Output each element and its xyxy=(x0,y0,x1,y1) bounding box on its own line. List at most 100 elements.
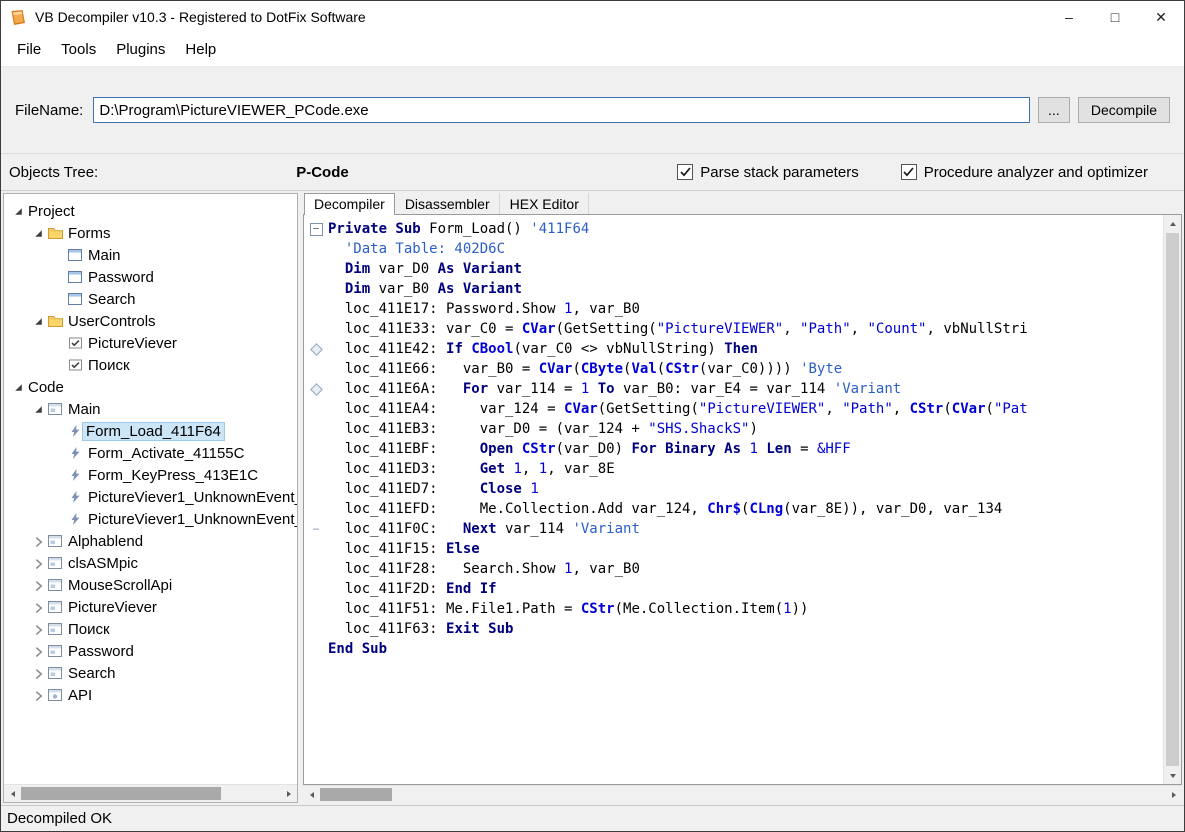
checked-checkbox-icon[interactable] xyxy=(901,164,917,180)
tree-item-clsasmpic[interactable]: clsASMpic xyxy=(4,552,297,574)
scroll-left-icon[interactable] xyxy=(4,785,21,802)
scroll-right-icon[interactable] xyxy=(1165,786,1182,803)
objects-tree-panel: ProjectFormsMainPasswordSearchUserContro… xyxy=(3,193,298,803)
code-line-text: 'Data Table: 402D6C xyxy=(328,239,1163,259)
chevron-expanded-icon[interactable] xyxy=(30,316,46,327)
scroll-down-icon[interactable] xyxy=(1164,767,1181,784)
code-line-text: loc_411F28: Search.Show 1, var_B0 xyxy=(328,559,1163,579)
proc-icon xyxy=(66,469,84,481)
folder-icon xyxy=(46,315,64,327)
code-editor[interactable]: −Private Sub Form_Load() '411F64 'Data T… xyxy=(304,215,1163,784)
checkbox-procedure-analyzer-and-optimizer[interactable]: Procedure analyzer and optimizer xyxy=(901,164,1148,181)
scroll-up-icon[interactable] xyxy=(1164,215,1181,232)
tree-item-form-keypress-413e1c[interactable]: Form_KeyPress_413E1C xyxy=(4,464,297,486)
tree-item-main[interactable]: Main xyxy=(4,398,297,420)
tree-item-поиск[interactable]: Поиск xyxy=(4,618,297,640)
close-button[interactable]: ✕ xyxy=(1138,1,1184,33)
code-line-text: loc_411E6A: For var_114 = 1 To var_B0: v… xyxy=(328,379,1163,399)
fold-gutter xyxy=(304,419,328,439)
chevron-expanded-icon[interactable] xyxy=(10,382,26,393)
tree-item-api[interactable]: API xyxy=(4,684,297,706)
tree-item-project[interactable]: Project xyxy=(4,200,297,222)
options-checkboxes: Parse stack parameters Procedure analyzer… xyxy=(677,164,1148,181)
tree-item-pictureviever[interactable]: PictureViever xyxy=(4,596,297,618)
code-line-text: loc_411EA4: var_124 = CVar(GetSetting("P… xyxy=(328,399,1163,419)
fold-diamond-icon[interactable] xyxy=(310,343,323,356)
tab-hex-editor[interactable]: HEX Editor xyxy=(500,193,589,215)
fold-minus-icon[interactable]: − xyxy=(310,223,323,236)
chevron-expanded-icon[interactable] xyxy=(10,206,26,217)
title-bar[interactable]: VB Decompiler v10.3 - Registered to DotF… xyxy=(1,1,1184,33)
menu-help[interactable]: Help xyxy=(175,36,226,63)
proc-icon xyxy=(66,491,84,503)
code-hscroll-thumb[interactable] xyxy=(320,788,392,801)
tree-item-form-activate-41155c[interactable]: Form_Activate_41155C xyxy=(4,442,297,464)
decompile-button[interactable]: Decompile xyxy=(1078,97,1170,123)
fold-gutter[interactable] xyxy=(304,339,328,359)
tree-item-forms[interactable]: Forms xyxy=(4,222,297,244)
tree-item-search[interactable]: Search xyxy=(4,288,297,310)
fold-diamond-icon[interactable] xyxy=(310,383,323,396)
code-line: loc_411E66: var_B0 = CVar(CByte(Val(CStr… xyxy=(304,359,1163,379)
tree-item-usercontrols[interactable]: UserControls xyxy=(4,310,297,332)
menu-file[interactable]: File xyxy=(7,36,51,63)
tab-disassembler[interactable]: Disassembler xyxy=(395,193,500,215)
tree-item-password[interactable]: Password xyxy=(4,266,297,288)
maximize-button[interactable]: □ xyxy=(1092,1,1138,33)
code-vscroll-thumb[interactable] xyxy=(1166,233,1179,766)
tree-item-code[interactable]: Code xyxy=(4,376,297,398)
tree-item-search[interactable]: Search xyxy=(4,662,297,684)
browse-button[interactable]: ... xyxy=(1038,97,1070,123)
checked-checkbox-icon[interactable] xyxy=(677,164,693,180)
chevron-collapsed-icon[interactable] xyxy=(30,558,46,569)
menu-tools[interactable]: Tools xyxy=(51,36,106,63)
module-icon xyxy=(46,535,64,547)
tree-hscroll-thumb[interactable] xyxy=(21,787,221,800)
module-icon xyxy=(46,557,64,569)
menu-bar: FileToolsPluginsHelp xyxy=(1,33,1184,67)
fold-gutter[interactable] xyxy=(304,379,328,399)
chevron-collapsed-icon[interactable] xyxy=(30,602,46,613)
chevron-expanded-icon[interactable] xyxy=(30,228,46,239)
menu-plugins[interactable]: Plugins xyxy=(106,36,175,63)
tree-item-main[interactable]: Main xyxy=(4,244,297,266)
scroll-left-icon[interactable] xyxy=(303,786,320,803)
code-vertical-scrollbar[interactable] xyxy=(1163,215,1181,784)
tree-horizontal-scrollbar[interactable] xyxy=(4,784,297,802)
fold-gutter[interactable]: − xyxy=(304,519,328,539)
chevron-collapsed-icon[interactable] xyxy=(30,668,46,679)
fold-dash-icon[interactable]: − xyxy=(312,519,319,539)
folder-icon xyxy=(46,227,64,239)
code-horizontal-scrollbar[interactable] xyxy=(303,785,1182,803)
checkbox-text: Parse stack parameters xyxy=(700,164,858,181)
fold-gutter xyxy=(304,639,328,659)
tree-item-label: PictureViever xyxy=(66,598,159,617)
chevron-collapsed-icon[interactable] xyxy=(30,536,46,547)
tree-item-pictureviever[interactable]: PictureViever xyxy=(4,332,297,354)
fold-gutter xyxy=(304,399,328,419)
tree-item-alphablend[interactable]: Alphablend xyxy=(4,530,297,552)
fold-gutter xyxy=(304,359,328,379)
tree-item-password[interactable]: Password xyxy=(4,640,297,662)
tree-item-pictureviever1-unknownevent-9[interactable]: PictureViever1_UnknownEvent_9 xyxy=(4,486,297,508)
chevron-expanded-icon[interactable] xyxy=(30,404,46,415)
filename-input[interactable] xyxy=(93,97,1030,123)
scroll-right-icon[interactable] xyxy=(280,785,297,802)
chevron-collapsed-icon[interactable] xyxy=(30,624,46,635)
minimize-button[interactable]: – xyxy=(1046,1,1092,33)
fold-gutter xyxy=(304,239,328,259)
form-icon xyxy=(66,293,84,305)
code-line-text: Dim var_B0 As Variant xyxy=(328,279,1163,299)
fold-gutter[interactable]: − xyxy=(304,219,328,239)
tree-item-pictureviever1-unknownevent-a[interactable]: PictureViever1_UnknownEvent_A xyxy=(4,508,297,530)
chevron-collapsed-icon[interactable] xyxy=(30,646,46,657)
fold-gutter xyxy=(304,279,328,299)
chevron-collapsed-icon[interactable] xyxy=(30,690,46,701)
checkbox-parse-stack-parameters[interactable]: Parse stack parameters xyxy=(677,164,858,181)
chevron-collapsed-icon[interactable] xyxy=(30,580,46,591)
tree-item-mousescrollapi[interactable]: MouseScrollApi xyxy=(4,574,297,596)
tree-item-form-load-411f64[interactable]: Form_Load_411F64 xyxy=(4,420,297,442)
tree-item-поиск[interactable]: Поиск xyxy=(4,354,297,376)
tab-decompiler[interactable]: Decompiler xyxy=(304,193,395,215)
code-line: loc_411ED7: Close 1 xyxy=(304,479,1163,499)
